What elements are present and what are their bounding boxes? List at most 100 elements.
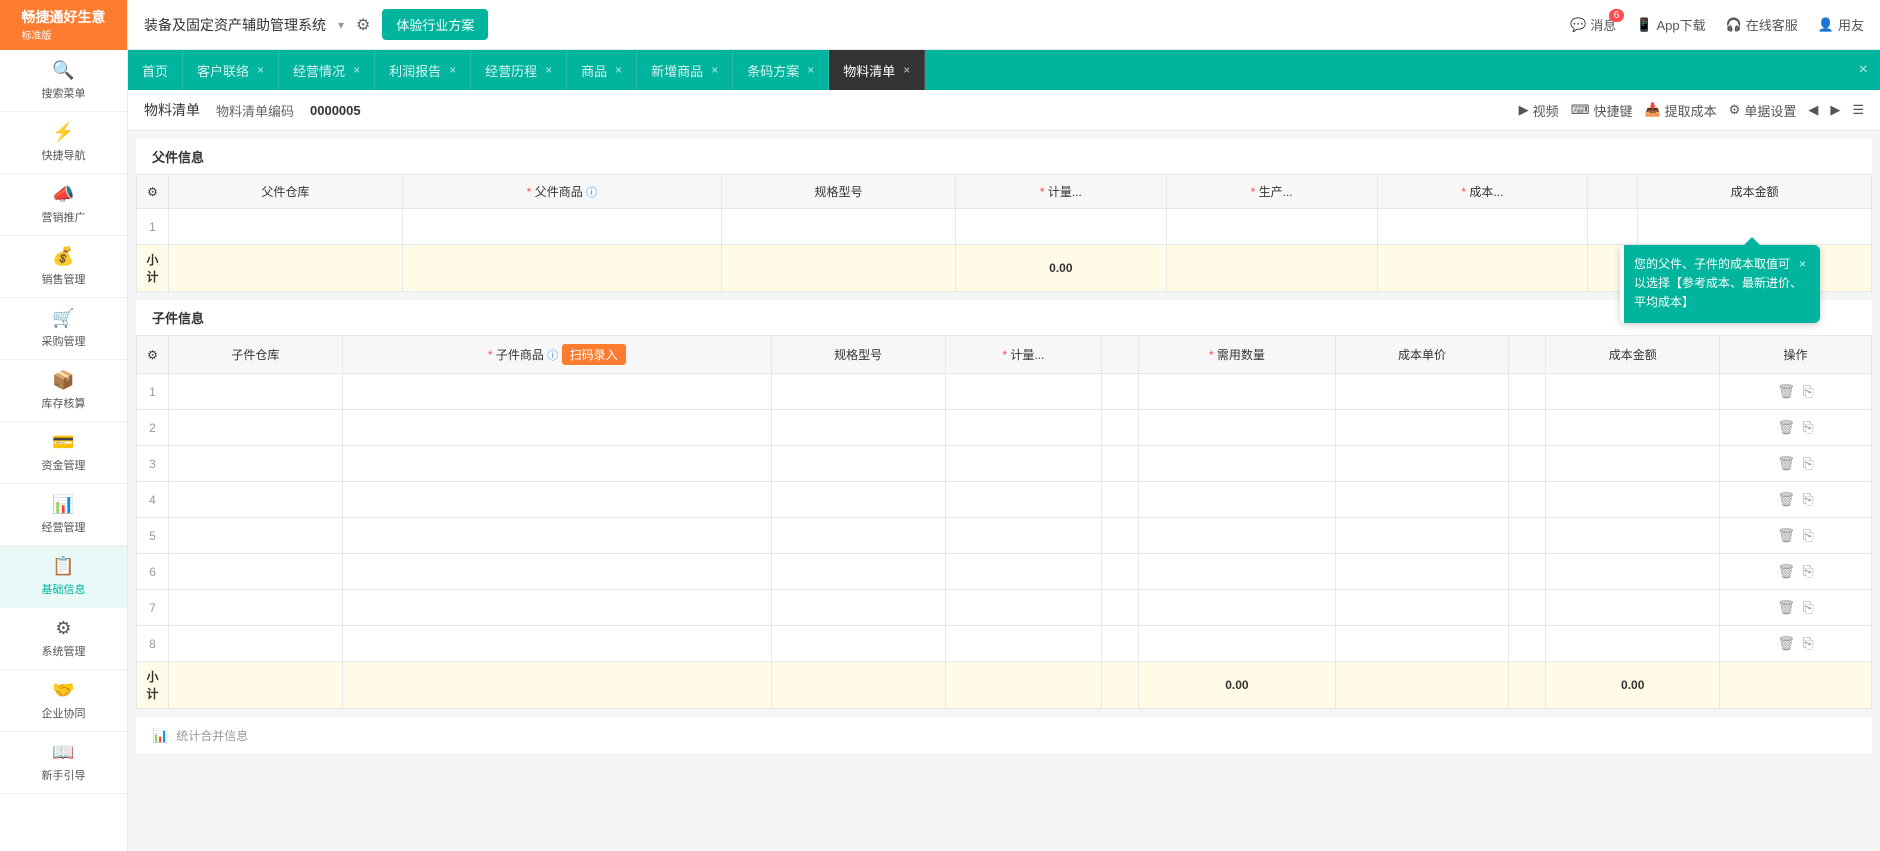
child-row-3-qty-unit[interactable] (945, 446, 1102, 482)
view-button[interactable]: ▶ 视频 (1519, 101, 1559, 120)
sidebar-item-inventory[interactable]: 📦 库存核算 (0, 360, 127, 422)
child-row-4-cost-unit[interactable] (1335, 482, 1509, 518)
delete-icon-3[interactable]: 🗑 (1777, 455, 1795, 471)
child-row-3-spec[interactable] (771, 446, 945, 482)
child-row-1-product[interactable] (342, 374, 771, 410)
child-row-8-product[interactable] (342, 626, 771, 662)
tab-bom[interactable]: 物料清单 × (829, 50, 925, 90)
nav-prev-button[interactable]: ◀ (1808, 102, 1818, 118)
child-row-1-cost-unit[interactable] (1335, 374, 1509, 410)
th-settings[interactable]: ⚙ (137, 175, 169, 209)
child-row-7-warehouse[interactable] (169, 590, 343, 626)
tab-operations-status[interactable]: 经营情况 × (279, 50, 375, 90)
child-row-5-spec[interactable] (771, 518, 945, 554)
sidebar-item-purchase[interactable]: 🛒 采购管理 (0, 298, 127, 360)
tab-products[interactable]: 商品 × (567, 50, 637, 90)
online-service-button[interactable]: 🎧 在线客服 (1726, 15, 1798, 34)
child-row-8-qty-unit[interactable] (945, 626, 1102, 662)
tab-profit[interactable]: 利润报告 × (375, 50, 471, 90)
copy-icon-2[interactable]: ⎘ (1803, 419, 1814, 435)
child-row-3-warehouse[interactable] (169, 446, 343, 482)
messages-button[interactable]: 💬 消息 6 (1570, 15, 1616, 34)
sidebar-item-cooperation[interactable]: 🤝 企业协同 (0, 670, 127, 732)
child-row-4-warehouse[interactable] (169, 482, 343, 518)
copy-icon-5[interactable]: ⎘ (1803, 527, 1814, 543)
child-row-1-needed-qty[interactable] (1139, 374, 1336, 410)
copy-icon-1[interactable]: ⎘ (1803, 383, 1814, 399)
child-row-1-qty-unit[interactable] (945, 374, 1102, 410)
child-row-7-product[interactable] (342, 590, 771, 626)
child-row-5-product[interactable] (342, 518, 771, 554)
delete-icon-1[interactable]: 🗑 (1777, 383, 1795, 399)
child-row-2-warehouse[interactable] (169, 410, 343, 446)
delete-icon-5[interactable]: 🗑 (1777, 527, 1795, 543)
child-row-6-cost-unit[interactable] (1335, 554, 1509, 590)
child-row-8-needed-qty[interactable] (1139, 626, 1336, 662)
child-row-6-product[interactable] (342, 554, 771, 590)
copy-icon-6[interactable]: ⎘ (1803, 563, 1814, 579)
child-row-4-needed-qty[interactable] (1139, 482, 1336, 518)
sidebar-item-search[interactable]: 🔍 搜索菜单 (0, 50, 127, 112)
child-row-6-needed-qty[interactable] (1139, 554, 1336, 590)
copy-icon-8[interactable]: ⎘ (1803, 635, 1814, 651)
child-row-6-spec[interactable] (771, 554, 945, 590)
child-row-5-qty-unit[interactable] (945, 518, 1102, 554)
delete-icon-7[interactable]: 🗑 (1777, 599, 1795, 615)
child-row-2-qty-unit[interactable] (945, 410, 1102, 446)
child-row-1-warehouse[interactable] (169, 374, 343, 410)
child-row-5-cost-unit[interactable] (1335, 518, 1509, 554)
child-row-7-needed-qty[interactable] (1139, 590, 1336, 626)
tab-home[interactable]: 首页 (128, 50, 183, 90)
tab-customer-close[interactable]: × (257, 63, 264, 77)
single-settings-button[interactable]: ⚙ 单据设置 (1729, 101, 1797, 120)
parent-row-1-spec[interactable] (722, 209, 956, 245)
sidebar-item-finance[interactable]: 💳 资金管理 (0, 422, 127, 484)
child-row-3-cost-unit[interactable] (1335, 446, 1509, 482)
extract-cost-button[interactable]: 📥 提取成本 (1644, 101, 1716, 120)
child-row-4-qty-unit[interactable] (945, 482, 1102, 518)
child-row-6-qty-unit[interactable] (945, 554, 1102, 590)
child-row-5-warehouse[interactable] (169, 518, 343, 554)
delete-icon-4[interactable]: 🗑 (1777, 491, 1795, 507)
trial-button[interactable]: 体验行业方案 (382, 9, 488, 40)
child-row-2-product[interactable] (342, 410, 771, 446)
child-row-7-qty-unit[interactable] (945, 590, 1102, 626)
user-button[interactable]: 👤 用友 (1818, 15, 1864, 34)
sidebar-item-guide[interactable]: 📖 新手引导 (0, 732, 127, 794)
child-row-8-cost-unit[interactable] (1335, 626, 1509, 662)
tab-barcode-close[interactable]: × (807, 63, 814, 77)
tab-close-all[interactable]: × (1847, 61, 1880, 79)
child-row-3-product[interactable] (342, 446, 771, 482)
parent-row-1-cost[interactable] (1377, 209, 1588, 245)
tab-customer[interactable]: 客户联络 × (183, 50, 279, 90)
sidebar-item-quick-nav[interactable]: ⚡ 快捷导航 (0, 112, 127, 174)
nav-next-button[interactable]: ▶ (1830, 102, 1840, 118)
child-row-7-cost-unit[interactable] (1335, 590, 1509, 626)
child-row-7-spec[interactable] (771, 590, 945, 626)
tab-history[interactable]: 经营历程 × (471, 50, 567, 90)
shortcut-button[interactable]: ⌨ 快捷键 (1571, 101, 1633, 120)
tooltip-close-button[interactable]: × (1799, 255, 1806, 274)
child-row-8-warehouse[interactable] (169, 626, 343, 662)
sidebar-item-system[interactable]: ⚙ 系统管理 (0, 608, 127, 670)
child-row-5-needed-qty[interactable] (1139, 518, 1336, 554)
child-row-4-product[interactable] (342, 482, 771, 518)
delete-icon-2[interactable]: 🗑 (1777, 419, 1795, 435)
tab-operations-status-close[interactable]: × (353, 63, 360, 77)
parent-row-1-production[interactable] (1166, 209, 1377, 245)
copy-icon-3[interactable]: ⎘ (1803, 455, 1814, 471)
parent-row-1-warehouse[interactable] (169, 209, 403, 245)
parent-row-1-product[interactable] (402, 209, 721, 245)
child-row-4-spec[interactable] (771, 482, 945, 518)
dropdown-arrow-icon[interactable]: ▾ (338, 18, 344, 32)
scan-input-button[interactable]: 扫码录入 (562, 344, 626, 365)
tab-products-close[interactable]: × (615, 63, 622, 77)
tab-profit-close[interactable]: × (449, 63, 456, 77)
copy-icon-4[interactable]: ⎘ (1803, 491, 1814, 507)
child-row-1-spec[interactable] (771, 374, 945, 410)
parent-row-1-qty-unit[interactable] (955, 209, 1166, 245)
child-row-2-needed-qty[interactable] (1139, 410, 1336, 446)
delete-icon-8[interactable]: 🗑 (1777, 635, 1795, 651)
tab-history-close[interactable]: × (545, 63, 552, 77)
app-download-button[interactable]: 📱 App下载 (1636, 15, 1705, 34)
